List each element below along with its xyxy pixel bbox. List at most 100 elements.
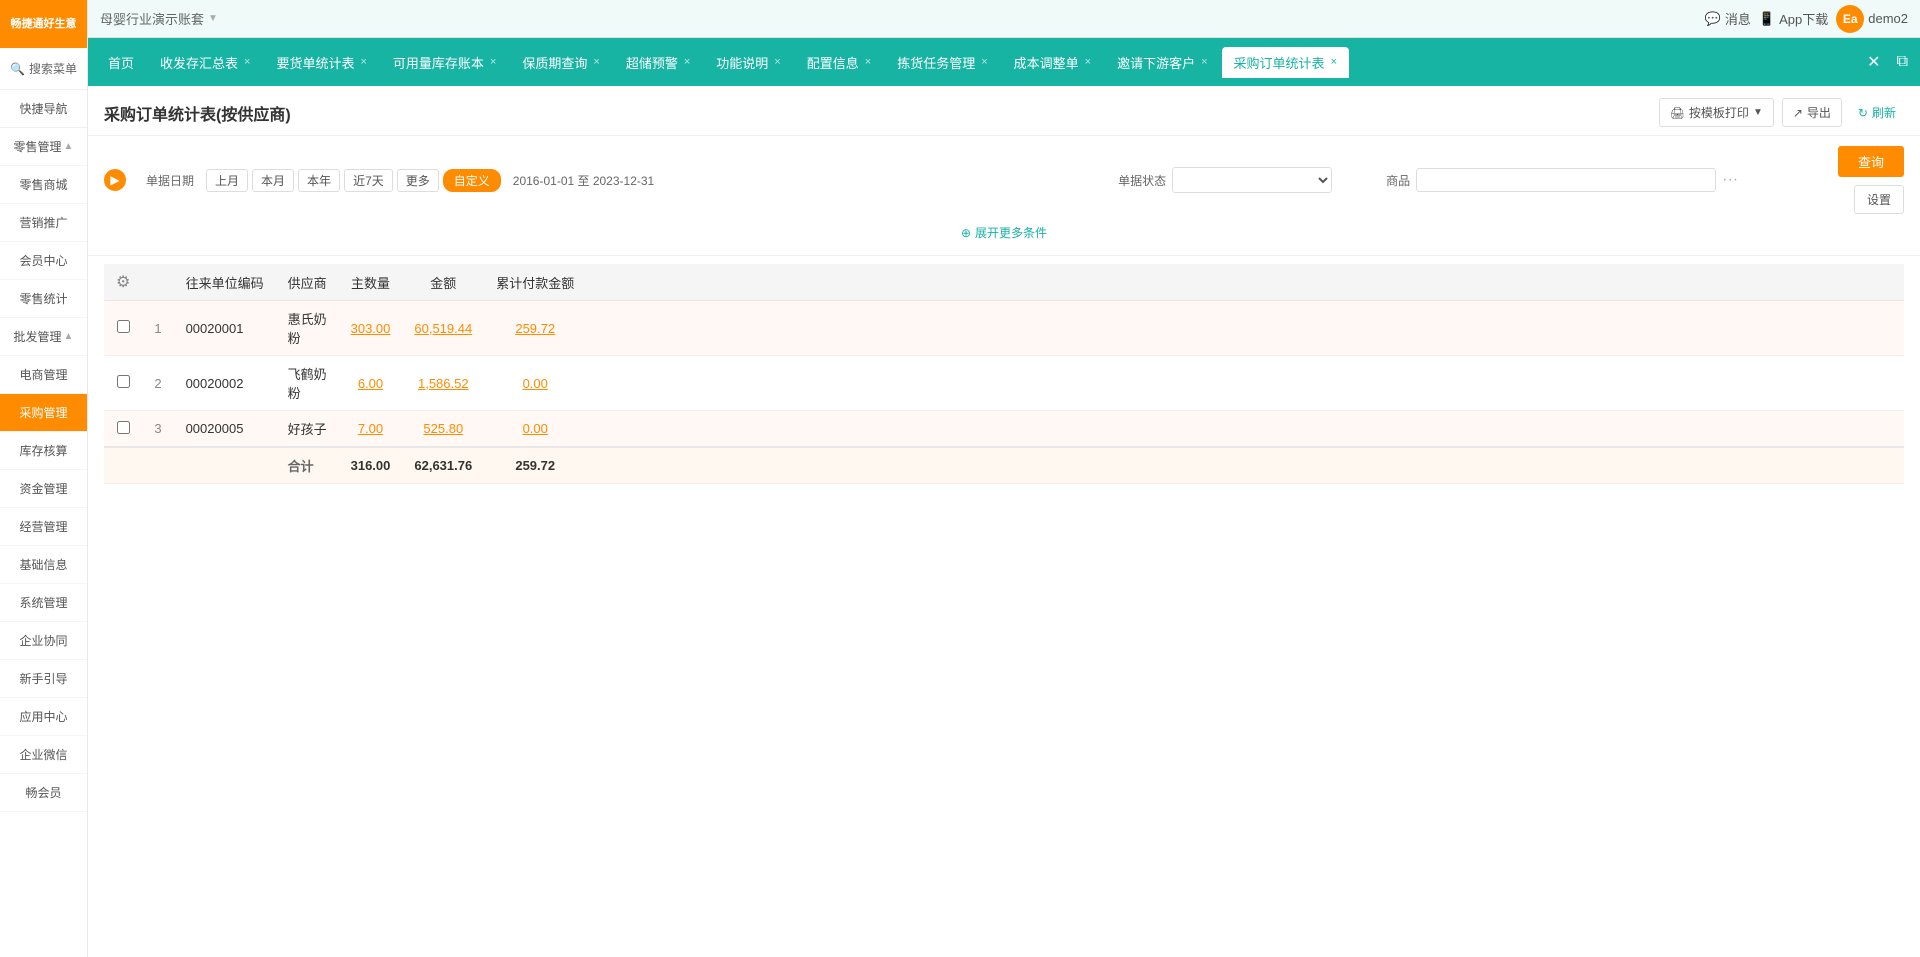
main-qty-link[interactable]: 7.00 [358,421,383,436]
col-main-qty: 主数量 [339,264,403,301]
main-qty-link[interactable]: 303.00 [351,321,391,336]
message-label: 消息 [1725,9,1751,28]
date-btn-custom[interactable]: 自定义 [443,169,501,192]
page-title: 采购订单统计表(按供应商) [104,101,291,125]
paid-amount-link[interactable]: 259.72 [515,321,555,336]
sidebar-item-system-mgmt[interactable]: 系统管理 [0,584,87,622]
tab-close-icon[interactable]: × [593,56,599,68]
sidebar-item-enterprise-collab[interactable]: 企业协同 [0,622,87,660]
paid-amount-cell: 0.00 [484,356,586,411]
close-all-tabs-button[interactable]: ✕ [1863,48,1884,76]
paid-amount-link[interactable]: 0.00 [523,376,548,391]
refresh-button[interactable]: ↻ 刷新 [1850,99,1904,126]
sidebar-item-ecommerce-mgmt[interactable]: 电商管理 [0,356,87,394]
tab-label: 邀请下游客户 [1117,53,1195,72]
main-qty-link[interactable]: 6.00 [358,376,383,391]
tab-config-info[interactable]: 配置信息 × [795,47,883,78]
amount-link[interactable]: 525.80 [423,421,463,436]
settings-button[interactable]: 设置 [1854,185,1904,214]
sidebar-item-operations-mgmt[interactable]: 经营管理 [0,508,87,546]
tab-close-icon[interactable]: × [360,56,366,68]
shortcut-label: 快捷导航 [19,100,67,117]
tab-warranty-query[interactable]: 保质期查询 × [510,47,611,78]
sidebar-item-member-center[interactable]: 会员中心 [0,242,87,280]
row-select-checkbox[interactable] [117,375,130,388]
goods-input[interactable] [1416,168,1716,192]
goods-more-icon[interactable]: ··· [1722,171,1738,189]
data-table-wrapper: ⚙ 往来单位编码 供应商 主数量 金额 累计付款金额 1 00020001 惠氏… [88,264,1920,500]
print-button[interactable]: 🖨 按模板打印 ▼ [1659,98,1774,127]
restore-window-button[interactable]: ⧉ [1893,48,1912,76]
tab-available-stock[interactable]: 可用量库存账本 × [381,47,508,78]
sidebar-item-retail-stats[interactable]: 零售统计 [0,280,87,318]
sidebar-item-enterprise-wechat[interactable]: 企业微信 [0,736,87,774]
table-row: 1 00020001 惠氏奶粉 303.00 60,519.44 259.72 [104,301,1904,356]
sidebar-item-wholesale-mgmt[interactable]: 批发管理 ▲ [0,318,87,356]
tab-label: 成本调整单 [1014,53,1079,72]
sidebar-item-vip-member[interactable]: 畅会员 [0,774,87,812]
status-select[interactable] [1172,167,1332,193]
tab-close-icon[interactable]: × [1331,56,1337,68]
sidebar-item-purchase-mgmt[interactable]: 采购管理 [0,394,87,432]
sidebar-item-label: 电商管理 [19,366,67,383]
sidebar-item-basic-info[interactable]: 基础信息 [0,546,87,584]
tab-close-icon[interactable]: × [1085,56,1091,68]
sidebar-item-new-guide[interactable]: 新手引导 [0,660,87,698]
paid-amount-cell: 259.72 [484,301,586,356]
row-checkbox[interactable] [104,411,142,448]
app-download-label: App下载 [1779,9,1828,28]
sidebar-item-marketing[interactable]: 营销推广 [0,204,87,242]
row-select-checkbox[interactable] [117,320,130,333]
paid-amount-link[interactable]: 0.00 [523,421,548,436]
row-checkbox[interactable] [104,356,142,411]
amount-link[interactable]: 60,519.44 [414,321,472,336]
sidebar-item-app-center[interactable]: 应用中心 [0,698,87,736]
avatar: Ea [1836,5,1864,33]
amount-link[interactable]: 1,586.52 [418,376,469,391]
tab-over-stock-warning[interactable]: 超储预警 × [614,47,702,78]
user-menu-button[interactable]: Ea demo2 [1836,5,1908,33]
tab-close-icon[interactable]: × [244,56,250,68]
amount-cell: 525.80 [402,411,484,448]
date-btn-this-year[interactable]: 本年 [298,169,340,192]
footer-empty-2 [142,447,173,484]
column-settings-icon[interactable]: ⚙ [116,274,130,291]
message-button[interactable]: 💬 消息 [1705,9,1751,28]
tab-close-icon[interactable]: × [865,56,871,68]
search-menu-button[interactable]: 🔍 搜索菜单 [6,56,81,81]
date-btn-last-month[interactable]: 上月 [206,169,248,192]
sidebar-item-retail-mgmt[interactable]: 零售管理 ▲ [0,128,87,166]
tab-close-icon[interactable]: × [774,56,780,68]
sidebar-item-label: 批发管理 [14,328,62,345]
tab-cost-adjust[interactable]: 成本调整单 × [1002,47,1103,78]
tab-invite-downstream[interactable]: 邀请下游客户 × [1105,47,1219,78]
app-download-button[interactable]: 📱 App下载 [1759,9,1828,28]
expand-conditions-button[interactable]: ⊕ 展开更多条件 [961,224,1047,241]
date-btn-more[interactable]: 更多 [397,169,439,192]
query-button[interactable]: 查询 [1838,146,1904,177]
workspace-dropdown-icon[interactable]: ▼ [208,13,218,24]
tab-recv-send[interactable]: 收发存汇总表 × [148,47,262,78]
tab-close-icon[interactable]: × [490,56,496,68]
row-select-checkbox[interactable] [117,421,130,434]
export-button[interactable]: ↗ 导出 [1782,98,1842,127]
row-checkbox[interactable] [104,301,142,356]
tab-close-icon[interactable]: × [684,56,690,68]
sidebar-item-inventory-check[interactable]: 库存核算 [0,432,87,470]
date-btn-7days[interactable]: 近7天 [344,169,393,192]
main-qty-cell: 303.00 [339,301,403,356]
tab-pick-task-mgmt[interactable]: 拣货任务管理 × [885,47,999,78]
date-btn-this-month[interactable]: 本月 [252,169,294,192]
tab-close-icon[interactable]: × [981,56,987,68]
tab-purchase-order-stats[interactable]: 采购订单统计表 × [1222,47,1349,78]
tab-order-stats[interactable]: 要货单统计表 × [264,47,378,78]
sidebar-item-capital-mgmt[interactable]: 资金管理 [0,470,87,508]
sidebar-item-retail-mall[interactable]: 零售商城 [0,166,87,204]
tab-func-desc[interactable]: 功能说明 × [704,47,792,78]
tab-home[interactable]: 首页 [96,47,146,78]
table-footer-row: 合计 316.00 62,631.76 259.72 [104,447,1904,484]
sidebar-item-shortcut[interactable]: 快捷导航 [0,90,87,128]
col-extra [586,264,1904,301]
tab-close-icon[interactable]: × [1201,56,1207,68]
filter-toggle-arrow[interactable]: ▶ [104,169,126,191]
